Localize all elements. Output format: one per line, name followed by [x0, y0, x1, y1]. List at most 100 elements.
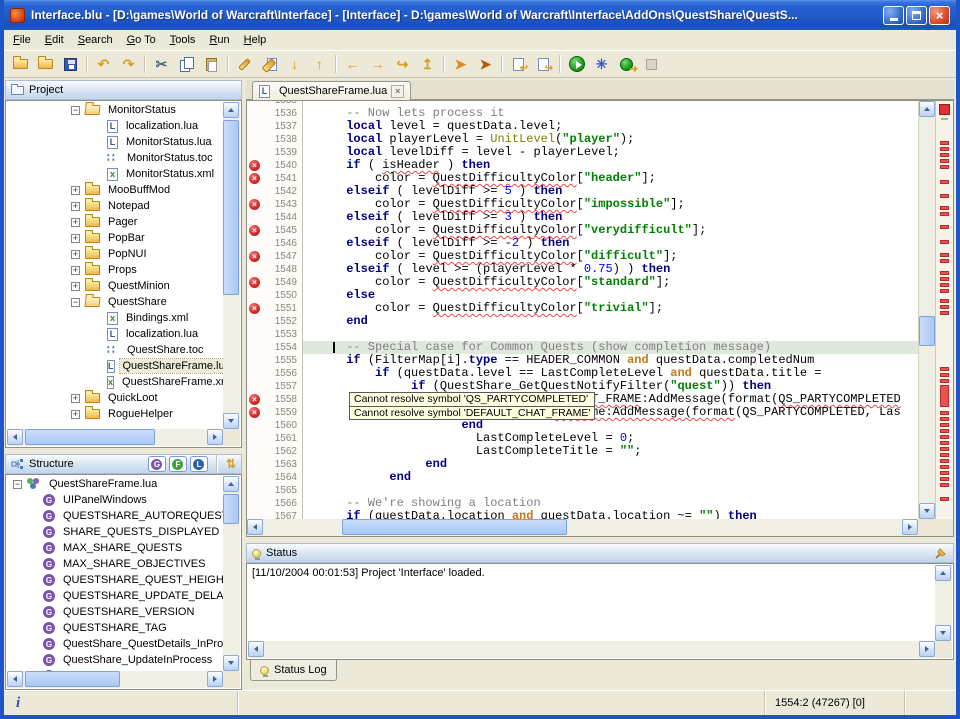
expand-icon[interactable]: + — [71, 394, 80, 403]
tree-item-questshare-questdetails-inproc[interactable]: GQuestShare_QuestDetails_InProc — [7, 636, 223, 652]
code-line-1564[interactable]: end — [303, 471, 918, 484]
gutter-line-1539[interactable]: 1539 — [247, 146, 302, 159]
gutter-line-1551[interactable]: ×1551 — [247, 302, 302, 315]
close-button[interactable]: × — [929, 6, 950, 25]
scroll-thumb[interactable] — [919, 316, 935, 346]
goto-declaration-button[interactable]: ↪ — [390, 53, 415, 76]
export-file-button[interactable]: ↪ — [531, 53, 556, 76]
scroll-down-button[interactable] — [223, 413, 239, 429]
error-stripe-mark[interactable] — [940, 423, 949, 427]
error-stripe-mark[interactable] — [940, 447, 949, 451]
gutter-line-1537[interactable]: 1537 — [247, 120, 302, 133]
collapse-icon[interactable]: − — [13, 480, 22, 489]
error-icon[interactable]: × — [249, 277, 260, 288]
menu-item-file[interactable]: File — [6, 31, 38, 49]
tree-item-questshare-quest-height[interactable]: GQUESTSHARE_QUEST_HEIGHT — [7, 572, 223, 588]
navigate-back-button[interactable]: ← — [340, 53, 365, 76]
error-stripe-mark[interactable] — [940, 483, 949, 487]
error-stripe-mark[interactable] — [940, 212, 949, 216]
tree-item-roguehelper[interactable]: +RogueHelper — [7, 406, 223, 422]
error-stripe-mark[interactable] — [940, 206, 949, 210]
error-stripe-mark[interactable] — [940, 435, 949, 439]
error-stripe-mark[interactable] — [940, 429, 949, 433]
scroll-thumb[interactable] — [25, 671, 120, 687]
copy-button[interactable] — [174, 53, 199, 76]
project-horizontal-scrollbar[interactable] — [7, 429, 223, 446]
error-stripe-mark[interactable] — [940, 180, 949, 184]
scroll-right-button[interactable] — [207, 671, 223, 687]
gutter-line-1549[interactable]: ×1549 — [247, 276, 302, 289]
minimize-button[interactable] — [883, 6, 904, 25]
tree-item-max-share-objectives[interactable]: GMAX_SHARE_OBJECTIVES — [7, 556, 223, 572]
redo-button[interactable]: ↷ — [116, 53, 141, 76]
error-stripe-mark[interactable] — [940, 385, 949, 407]
gutter-line-1565[interactable]: 1565 — [247, 484, 302, 497]
tree-item-questshare-update-delay[interactable]: GQUESTSHARE_UPDATE_DELAY — [7, 588, 223, 604]
gutter-line-1536[interactable]: 1536 — [247, 107, 302, 120]
error-stripe-mark[interactable] — [940, 159, 949, 163]
tree-item-questshare-updateinprocess[interactable]: GQuestShare_UpdateInProcess — [7, 652, 223, 668]
error-stripe-mark[interactable] — [940, 417, 949, 421]
scroll-left-button[interactable] — [7, 671, 23, 687]
scroll-left-button[interactable] — [248, 641, 264, 657]
gutter-line-1540[interactable]: ×1540 — [247, 159, 302, 172]
tree-item-questshareframe-lua[interactable]: −QuestShareFrame.lua — [7, 476, 223, 492]
tree-item-uipanelwindows[interactable]: GUIPanelWindows — [7, 492, 223, 508]
gutter-line-1556[interactable]: 1556 — [247, 367, 302, 380]
error-stripe-mark[interactable] — [940, 311, 949, 315]
tree-item-monitorstatus-toc[interactable]: ∷MonitorStatus.toc — [7, 150, 223, 166]
status-log-content[interactable]: [11/10/2004 00:01:53] Project 'Interface… — [248, 565, 935, 641]
gutter-line-1566[interactable]: 1566 — [247, 497, 302, 510]
editor-horizontal-scrollbar[interactable] — [247, 519, 918, 536]
tree-item-questshare-version[interactable]: GQUESTSHARE_VERSION — [7, 604, 223, 620]
error-icon[interactable]: × — [249, 160, 260, 171]
tree-item-questshare-toc[interactable]: ∷QuestShare.toc — [7, 342, 223, 358]
tree-item-monitorstatus[interactable]: −MonitorStatus — [7, 102, 223, 118]
error-stripe-mark[interactable] — [940, 299, 949, 303]
tree-item-questshare-tag[interactable]: GQUESTSHARE_TAG — [7, 620, 223, 636]
tree-item-questminion[interactable]: +QuestMinion — [7, 278, 223, 294]
tree-item-popnui[interactable]: +PopNUI — [7, 246, 223, 262]
caret-position[interactable]: 1554:2 (47267) [0] — [764, 691, 904, 715]
expand-icon[interactable]: + — [71, 218, 80, 227]
error-stripe-mark[interactable] — [940, 225, 949, 229]
error-stripe-mark[interactable] — [940, 283, 949, 287]
scroll-left-button[interactable] — [247, 519, 263, 535]
expand-icon[interactable]: + — [71, 186, 80, 195]
menu-item-edit[interactable]: Edit — [38, 31, 71, 49]
error-icon[interactable]: × — [249, 251, 260, 262]
error-stripe-mark[interactable] — [940, 253, 949, 257]
gutter-line-1544[interactable]: 1544 — [247, 211, 302, 224]
collapse-icon[interactable]: − — [71, 298, 80, 307]
code-line-1549[interactable]: color = QuestDifficultyColor["standard"]… — [303, 276, 918, 289]
scroll-up-button[interactable] — [935, 565, 951, 581]
editor-tab-questshareframe[interactable]: L QuestShareFrame.lua × — [252, 81, 411, 100]
status-vertical-scrollbar[interactable] — [935, 565, 952, 641]
gutter-line-1557[interactable]: 1557 — [247, 380, 302, 393]
scroll-up-button[interactable] — [919, 101, 935, 117]
code-line-1552[interactable]: end — [303, 315, 918, 328]
gutter-line-1546[interactable]: 1546 — [247, 237, 302, 250]
scroll-down-button[interactable] — [919, 503, 935, 519]
cut-button[interactable]: ✂ — [149, 53, 174, 76]
error-icon[interactable]: × — [249, 173, 260, 184]
error-stripe-mark[interactable] — [940, 497, 949, 501]
find-replace-button[interactable] — [257, 53, 282, 76]
status-horizontal-scrollbar[interactable] — [248, 641, 935, 658]
error-stripe-mark[interactable] — [940, 477, 949, 481]
gutter-line-1550[interactable]: 1550 — [247, 289, 302, 302]
gutter-line-1555[interactable]: 1555 — [247, 354, 302, 367]
error-stripe-mark[interactable] — [940, 165, 949, 169]
menu-item-run[interactable]: Run — [202, 31, 236, 49]
scroll-down-button[interactable] — [935, 625, 951, 641]
debug-button[interactable]: ✳ — [589, 53, 614, 76]
maximize-button[interactable] — [906, 6, 927, 25]
tree-item-props[interactable]: +Props — [7, 262, 223, 278]
find-button[interactable] — [232, 53, 257, 76]
error-stripe-mark[interactable] — [940, 411, 949, 415]
filter-f-button[interactable]: F — [169, 456, 187, 472]
structure-vertical-scrollbar[interactable] — [223, 476, 240, 671]
open-file-button[interactable] — [33, 53, 58, 76]
gutter-line-1538[interactable]: 1538 — [247, 133, 302, 146]
gutter-line-1552[interactable]: 1552 — [247, 315, 302, 328]
